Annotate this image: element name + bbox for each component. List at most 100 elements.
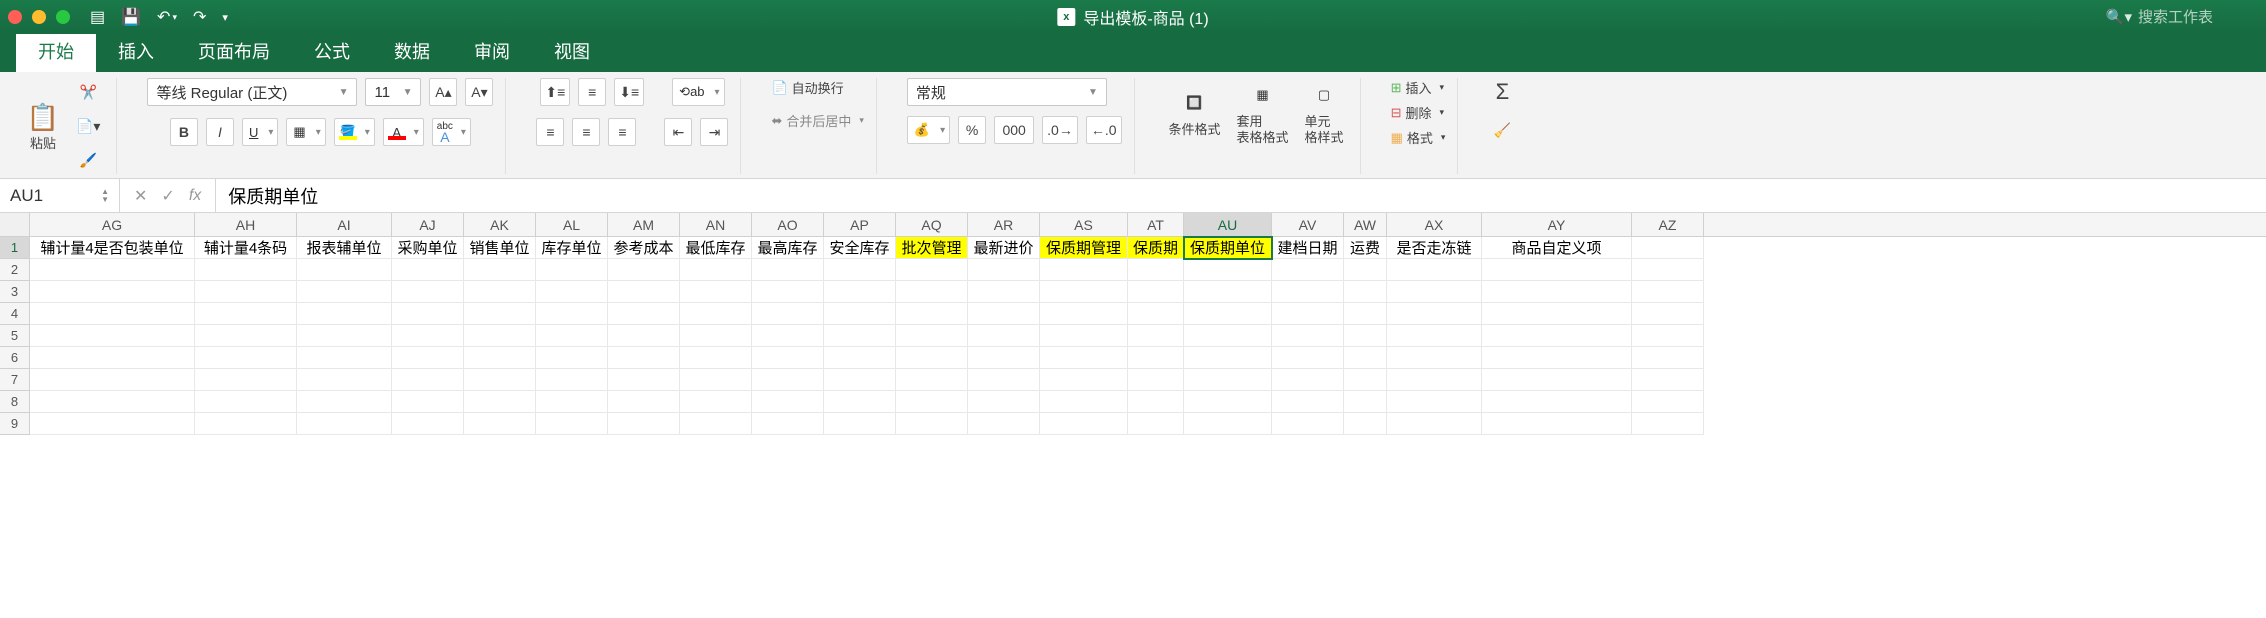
- decrease-decimal-icon[interactable]: ←.0: [1086, 116, 1122, 144]
- cell-AN9[interactable]: [680, 413, 752, 435]
- format-painter-icon[interactable]: 🖌️: [72, 146, 104, 174]
- fill-color-button[interactable]: 🪣▾: [334, 118, 375, 146]
- cell-AM7[interactable]: [608, 369, 680, 391]
- cell-AV5[interactable]: [1272, 325, 1344, 347]
- cell-AR5[interactable]: [968, 325, 1040, 347]
- cell-AP9[interactable]: [824, 413, 896, 435]
- cell-AZ6[interactable]: [1632, 347, 1704, 369]
- row-header-6[interactable]: 6: [0, 347, 30, 369]
- cell-AS5[interactable]: [1040, 325, 1128, 347]
- cell-AI9[interactable]: [297, 413, 392, 435]
- copy-icon[interactable]: 📄▾: [72, 112, 104, 140]
- cell-AJ1[interactable]: 采购单位: [392, 237, 464, 259]
- cell-AO2[interactable]: [752, 259, 824, 281]
- cell-AI8[interactable]: [297, 391, 392, 413]
- cell-AK2[interactable]: [464, 259, 536, 281]
- cell-AK4[interactable]: [464, 303, 536, 325]
- cell-AV8[interactable]: [1272, 391, 1344, 413]
- increase-indent-icon[interactable]: ⇥: [700, 118, 728, 146]
- cell-AZ2[interactable]: [1632, 259, 1704, 281]
- cell-AM8[interactable]: [608, 391, 680, 413]
- cell-AY9[interactable]: [1482, 413, 1632, 435]
- row-header-4[interactable]: 4: [0, 303, 30, 325]
- ribbon-tab-3[interactable]: 公式: [292, 30, 372, 72]
- clear-icon[interactable]: 🧹: [1488, 116, 1516, 144]
- cell-AU9[interactable]: [1184, 413, 1272, 435]
- cell-AX2[interactable]: [1387, 259, 1482, 281]
- column-header-AY[interactable]: AY: [1482, 213, 1632, 236]
- ribbon-tab-1[interactable]: 插入: [96, 30, 176, 72]
- ribbon-tab-0[interactable]: 开始: [16, 30, 96, 72]
- comma-button[interactable]: 000: [994, 116, 1034, 144]
- cell-AJ8[interactable]: [392, 391, 464, 413]
- cell-AR7[interactable]: [968, 369, 1040, 391]
- cell-AQ1[interactable]: 批次管理: [896, 237, 968, 259]
- cell-AI2[interactable]: [297, 259, 392, 281]
- close-window-button[interactable]: [8, 10, 22, 24]
- cell-AO3[interactable]: [752, 281, 824, 303]
- cell-AU5[interactable]: [1184, 325, 1272, 347]
- wrap-text-button[interactable]: 📄自动换行: [771, 78, 863, 97]
- cell-AK5[interactable]: [464, 325, 536, 347]
- format-cells-button[interactable]: ▦格式▾: [1391, 128, 1446, 147]
- underline-button[interactable]: U▾: [242, 118, 278, 146]
- cell-AN2[interactable]: [680, 259, 752, 281]
- cell-AY8[interactable]: [1482, 391, 1632, 413]
- cell-AK6[interactable]: [464, 347, 536, 369]
- table-format-button[interactable]: ▦ 套用 表格格式: [1233, 78, 1293, 145]
- column-header-AI[interactable]: AI: [297, 213, 392, 236]
- column-header-AX[interactable]: AX: [1387, 213, 1482, 236]
- cell-AY6[interactable]: [1482, 347, 1632, 369]
- cell-AR4[interactable]: [968, 303, 1040, 325]
- row-header-1[interactable]: 1: [0, 237, 30, 259]
- column-header-AR[interactable]: AR: [968, 213, 1040, 236]
- column-header-AG[interactable]: AG: [30, 213, 195, 236]
- cell-AX7[interactable]: [1387, 369, 1482, 391]
- cell-AM6[interactable]: [608, 347, 680, 369]
- cell-AT6[interactable]: [1128, 347, 1184, 369]
- cell-AQ6[interactable]: [896, 347, 968, 369]
- cell-AQ3[interactable]: [896, 281, 968, 303]
- cell-AW2[interactable]: [1344, 259, 1387, 281]
- cell-AO8[interactable]: [752, 391, 824, 413]
- cell-AJ2[interactable]: [392, 259, 464, 281]
- redo-icon[interactable]: ↷: [193, 7, 206, 27]
- cell-AU7[interactable]: [1184, 369, 1272, 391]
- align-top-icon[interactable]: ⬆≡: [540, 78, 570, 106]
- cell-AG1[interactable]: 辅计量4是否包装单位: [30, 237, 195, 259]
- paste-button[interactable]: 📋 粘贴: [22, 100, 64, 152]
- minimize-window-button[interactable]: [32, 10, 46, 24]
- cell-AH8[interactable]: [195, 391, 297, 413]
- insert-cells-button[interactable]: ⊞插入▾: [1391, 78, 1446, 97]
- cell-AQ7[interactable]: [896, 369, 968, 391]
- fx-icon[interactable]: fx: [189, 187, 201, 205]
- cell-AX4[interactable]: [1387, 303, 1482, 325]
- cell-AR2[interactable]: [968, 259, 1040, 281]
- cell-AN3[interactable]: [680, 281, 752, 303]
- cell-AN8[interactable]: [680, 391, 752, 413]
- cell-AP3[interactable]: [824, 281, 896, 303]
- cell-AG7[interactable]: [30, 369, 195, 391]
- cell-AK1[interactable]: 销售单位: [464, 237, 536, 259]
- cell-AU3[interactable]: [1184, 281, 1272, 303]
- cell-AZ3[interactable]: [1632, 281, 1704, 303]
- cell-AZ7[interactable]: [1632, 369, 1704, 391]
- column-header-AW[interactable]: AW: [1344, 213, 1387, 236]
- maximize-window-button[interactable]: [56, 10, 70, 24]
- cell-AL1[interactable]: 库存单位: [536, 237, 608, 259]
- cell-AS8[interactable]: [1040, 391, 1128, 413]
- cell-AX6[interactable]: [1387, 347, 1482, 369]
- row-header-3[interactable]: 3: [0, 281, 30, 303]
- accept-formula-icon[interactable]: ✓: [161, 186, 174, 206]
- cell-AL9[interactable]: [536, 413, 608, 435]
- cell-AT5[interactable]: [1128, 325, 1184, 347]
- cell-AV9[interactable]: [1272, 413, 1344, 435]
- cell-AY1[interactable]: 商品自定义项: [1482, 237, 1632, 259]
- cell-AR1[interactable]: 最新进价: [968, 237, 1040, 259]
- cell-AH9[interactable]: [195, 413, 297, 435]
- cell-AK8[interactable]: [464, 391, 536, 413]
- increase-decimal-icon[interactable]: .0→: [1042, 116, 1078, 144]
- cell-AJ4[interactable]: [392, 303, 464, 325]
- cell-AX8[interactable]: [1387, 391, 1482, 413]
- cell-AJ3[interactable]: [392, 281, 464, 303]
